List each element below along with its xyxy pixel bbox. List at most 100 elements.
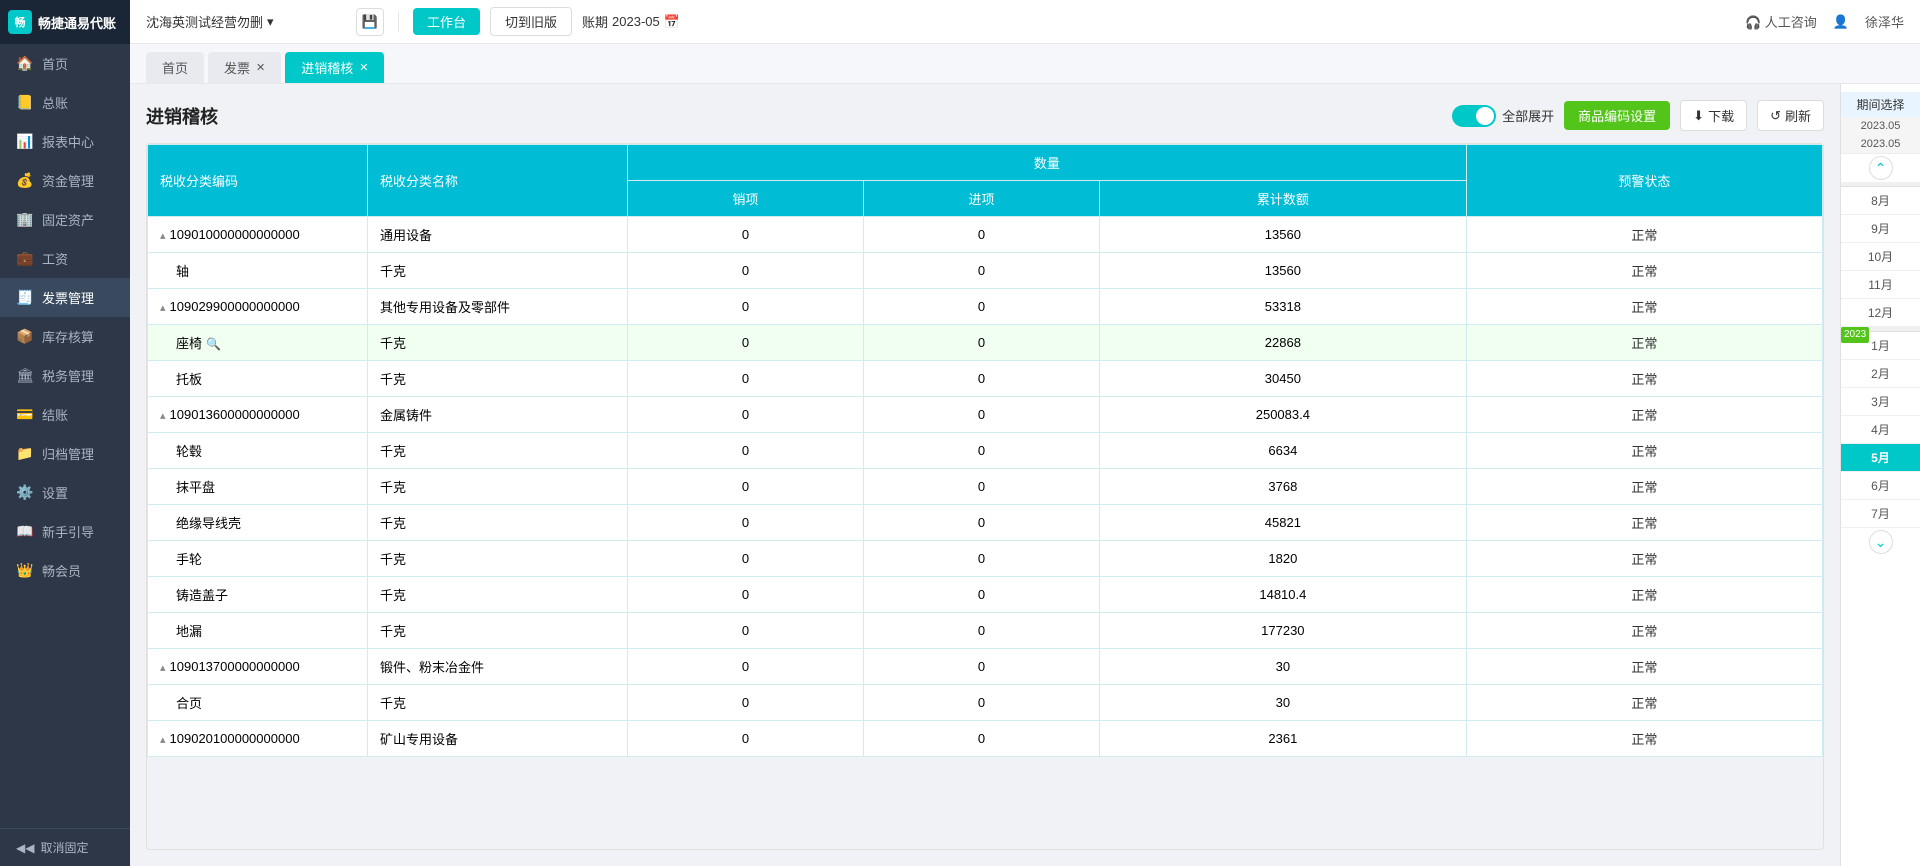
sidebar-icon-1: 📒 bbox=[16, 94, 34, 111]
page-content: 进销稽核 全部展开 商品编码设置 ⬇ 下载 ↺ 刷新 bbox=[130, 84, 1840, 866]
switch-version-button[interactable]: 切到旧版 bbox=[490, 7, 572, 36]
period-month-11月[interactable]: 11月 bbox=[1841, 271, 1920, 299]
right-panel: 期间选择 2023.05 2023.05 ⌃ 8月9月10月11月12月2023… bbox=[1840, 84, 1920, 866]
cell-sale: 0 bbox=[628, 433, 864, 469]
service-button[interactable]: 🎧 人工咨询 bbox=[1745, 12, 1817, 31]
sidebar-item-畅会员[interactable]: 👑 畅会员 bbox=[0, 551, 130, 590]
cell-purchase: 0 bbox=[864, 505, 1100, 541]
download-icon: ⬇ bbox=[1693, 108, 1704, 124]
expand-icon[interactable]: ▴ bbox=[160, 230, 166, 242]
sidebar-item-结账[interactable]: 💳 结账 bbox=[0, 395, 130, 434]
period-down-button[interactable]: ⌄ bbox=[1869, 530, 1893, 554]
tab-check-close[interactable]: ✕ bbox=[359, 61, 368, 74]
cell-unit: 千克 bbox=[368, 577, 628, 613]
cell-purchase: 0 bbox=[864, 613, 1100, 649]
cell-status: 正常 bbox=[1466, 505, 1822, 541]
th-status: 预警状态 bbox=[1466, 145, 1822, 217]
cell-total: 45821 bbox=[1100, 505, 1467, 541]
sidebar-item-设置[interactable]: ⚙️ 设置 bbox=[0, 473, 130, 512]
tab-check[interactable]: 进销稽核 ✕ bbox=[285, 52, 384, 83]
page-actions: 全部展开 商品编码设置 ⬇ 下载 ↺ 刷新 bbox=[1452, 100, 1824, 131]
tab-home[interactable]: 首页 bbox=[146, 52, 204, 83]
tab-check-label: 进销稽核 bbox=[301, 58, 353, 77]
sidebar-unpin-button[interactable]: ◀◀ 取消固定 bbox=[0, 828, 130, 866]
sidebar-label-7: 库存核算 bbox=[42, 327, 94, 346]
table-row: 手轮 千克 0 0 1820 正常 bbox=[148, 541, 1823, 577]
save-button[interactable]: 💾 bbox=[356, 8, 384, 36]
cell-status: 正常 bbox=[1466, 325, 1822, 361]
cell-sale: 0 bbox=[628, 685, 864, 721]
expand-icon[interactable]: ▴ bbox=[160, 662, 166, 674]
table-row: ▴109029900000000000 其他专用设备及零部件 0 0 53318… bbox=[148, 289, 1823, 325]
period-label: 账期 bbox=[582, 12, 608, 31]
period-month-current-7月[interactable]: 7月 bbox=[1841, 500, 1920, 528]
period-month-current-5月[interactable]: 5月 bbox=[1841, 444, 1920, 472]
cell-status: 正常 bbox=[1466, 397, 1822, 433]
expand-icon[interactable]: ▴ bbox=[160, 410, 166, 422]
cell-purchase: 0 bbox=[864, 397, 1100, 433]
sidebar-item-工资[interactable]: 💼 工资 bbox=[0, 239, 130, 278]
period-month-current-6月[interactable]: 6月 bbox=[1841, 472, 1920, 500]
cell-unit: 千克 bbox=[368, 325, 628, 361]
cell-purchase: 0 bbox=[864, 433, 1100, 469]
sidebar-icon-7: 📦 bbox=[16, 328, 34, 345]
expand-toggle[interactable] bbox=[1452, 105, 1496, 127]
sidebar-label-6: 发票管理 bbox=[42, 288, 94, 307]
download-button[interactable]: ⬇ 下载 bbox=[1680, 100, 1747, 131]
tab-invoice-close[interactable]: ✕ bbox=[256, 61, 265, 74]
th-qty-group: 数量 bbox=[628, 145, 1467, 181]
sidebar-item-资金管理[interactable]: 💰 资金管理 bbox=[0, 161, 130, 200]
sidebar-label-2: 报表中心 bbox=[42, 132, 94, 151]
product-code-button[interactable]: 商品编码设置 bbox=[1564, 101, 1670, 130]
cell-total: 30 bbox=[1100, 649, 1467, 685]
search-icon[interactable]: 🔍 bbox=[206, 337, 221, 351]
cell-total: 250083.4 bbox=[1100, 397, 1467, 433]
period-up-button[interactable]: ⌃ bbox=[1869, 156, 1893, 180]
th-total: 累计数额 bbox=[1100, 181, 1467, 217]
cell-sale: 0 bbox=[628, 505, 864, 541]
sidebar-item-报表中心[interactable]: 📊 报表中心 bbox=[0, 122, 130, 161]
sidebar-item-归档管理[interactable]: 📁 归档管理 bbox=[0, 434, 130, 473]
cell-unit: 千克 bbox=[368, 541, 628, 577]
cell-total: 30 bbox=[1100, 685, 1467, 721]
tab-home-label: 首页 bbox=[162, 58, 188, 77]
content-area: 进销稽核 全部展开 商品编码设置 ⬇ 下载 ↺ 刷新 bbox=[130, 84, 1920, 866]
sidebar-item-首页[interactable]: 🏠 首页 bbox=[0, 44, 130, 83]
calendar-icon[interactable]: 📅 bbox=[664, 14, 680, 30]
table-row: 抹平盘 千克 0 0 3768 正常 bbox=[148, 469, 1823, 505]
main-area: 沈海英测试经营勿删 ▾ 💾 工作台 切到旧版 账期 2023-05 📅 🎧 人工… bbox=[130, 0, 1920, 866]
sidebar-item-发票管理[interactable]: 🧾 发票管理 bbox=[0, 278, 130, 317]
cell-unit: 千克 bbox=[368, 613, 628, 649]
period-month-8月[interactable]: 8月 bbox=[1841, 187, 1920, 215]
sidebar-item-库存核算[interactable]: 📦 库存核算 bbox=[0, 317, 130, 356]
cell-unit: 千克 bbox=[368, 685, 628, 721]
cell-purchase: 0 bbox=[864, 253, 1100, 289]
sidebar-item-税务管理[interactable]: 🏛 税务管理 bbox=[0, 356, 130, 395]
company-selector[interactable]: 沈海英测试经营勿删 ▾ bbox=[146, 12, 346, 31]
tab-invoice[interactable]: 发票 ✕ bbox=[208, 52, 281, 83]
topbar-right: 🎧 人工咨询 👤 徐泽华 bbox=[1745, 12, 1904, 31]
period-month-10月[interactable]: 10月 bbox=[1841, 243, 1920, 271]
period-panel-title[interactable]: 期间选择 bbox=[1841, 92, 1920, 117]
cell-code: ▴109020100000000000 bbox=[148, 721, 368, 757]
sidebar-item-新手引导[interactable]: 📖 新手引导 bbox=[0, 512, 130, 551]
period-month-9月[interactable]: 9月 bbox=[1841, 215, 1920, 243]
period-month-current-3月[interactable]: 3月 bbox=[1841, 388, 1920, 416]
sidebar-label-10: 归档管理 bbox=[42, 444, 94, 463]
sidebar-item-固定资产[interactable]: 🏢 固定资产 bbox=[0, 200, 130, 239]
refresh-icon: ↺ bbox=[1770, 108, 1781, 124]
sidebar-icon-13: 👑 bbox=[16, 562, 34, 579]
sidebar-item-总账[interactable]: 📒 总账 bbox=[0, 83, 130, 122]
sidebar-icon-11: ⚙️ bbox=[16, 484, 34, 501]
cell-total: 177230 bbox=[1100, 613, 1467, 649]
period-month-12月[interactable]: 12月 bbox=[1841, 299, 1920, 327]
data-table: 税收分类编码 税收分类名称 数量 预警状态 销项 进项 累计数额 bbox=[147, 144, 1823, 757]
sidebar-label-5: 工资 bbox=[42, 249, 68, 268]
period-month-current-4月[interactable]: 4月 bbox=[1841, 416, 1920, 444]
expand-icon[interactable]: ▴ bbox=[160, 734, 166, 746]
period-month-current-2月[interactable]: 2月 bbox=[1841, 360, 1920, 388]
expand-icon[interactable]: ▴ bbox=[160, 302, 166, 314]
cell-name: 通用设备 bbox=[368, 217, 628, 253]
refresh-button[interactable]: ↺ 刷新 bbox=[1757, 100, 1824, 131]
workbench-button[interactable]: 工作台 bbox=[413, 8, 480, 35]
